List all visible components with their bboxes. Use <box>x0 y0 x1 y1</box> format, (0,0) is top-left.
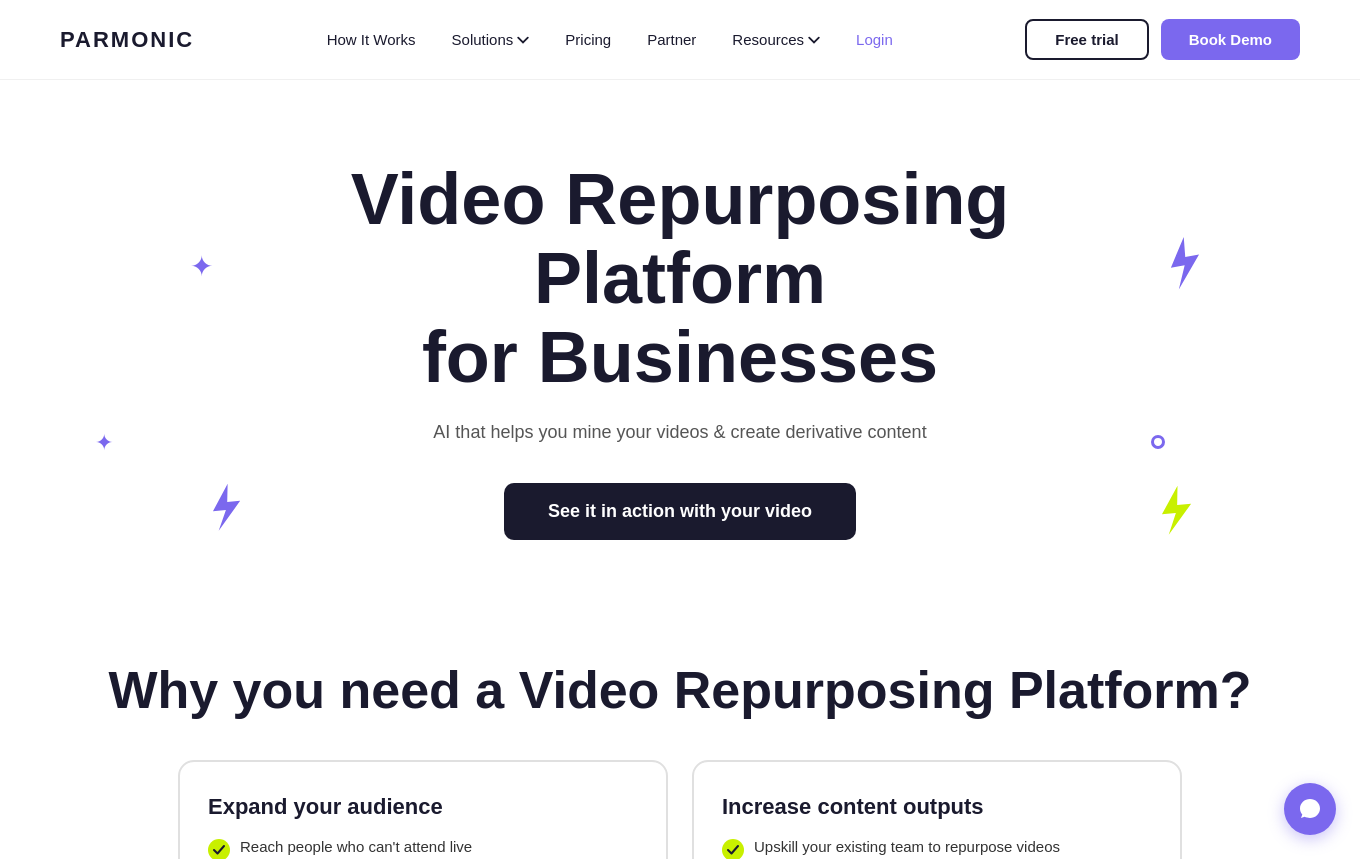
hero-title: Video Repurposing Platform for Businesse… <box>230 160 1130 398</box>
nav-item-partner[interactable]: Partner <box>647 31 696 49</box>
lightning-decoration-bottom-left <box>208 480 247 541</box>
chat-widget-button[interactable] <box>1284 783 1336 835</box>
free-trial-button[interactable]: Free trial <box>1025 19 1148 60</box>
nav-item-login[interactable]: Login <box>856 31 893 49</box>
chevron-down-icon <box>517 34 529 46</box>
nav-actions: Free trial Book Demo <box>1025 19 1300 60</box>
hero-section: ✦ ✦ Video Repurposing Platform for Busin… <box>0 80 1360 600</box>
lightning-decoration-top-right <box>1162 232 1211 302</box>
why-section: Why you need a Video Repurposing Platfor… <box>0 600 1360 859</box>
card-title-increase: Increase content outputs <box>722 794 1152 820</box>
nav-item-how-it-works[interactable]: How It Works <box>327 31 416 49</box>
book-demo-button[interactable]: Book Demo <box>1161 19 1300 60</box>
cards-container: Expand your audience Reach people who ca… <box>60 760 1300 859</box>
hero-cta-button[interactable]: See it in action with your video <box>504 483 856 540</box>
chevron-down-icon-resources <box>808 34 820 46</box>
card-expand-audience: Expand your audience Reach people who ca… <box>178 760 668 859</box>
star-decoration-top-left: ✦ <box>190 250 213 283</box>
card-item-expand-1: Reach people who can't attend live <box>208 838 638 859</box>
checkmark-icon-expand-1 <box>208 839 230 859</box>
hero-subtitle: AI that helps you mine your videos & cre… <box>60 422 1300 443</box>
checkmark-icon-increase-1 <box>722 839 744 859</box>
nav-item-solutions[interactable]: Solutions <box>452 31 530 48</box>
card-item-increase-1: Upskill your existing team to repurpose … <box>722 838 1152 859</box>
navbar: PARMONIC How It Works Solutions Pricing … <box>0 0 1360 80</box>
logo[interactable]: PARMONIC <box>60 27 194 53</box>
card-increase-content: Increase content outputs Upskill your ex… <box>692 760 1182 859</box>
lightning-decoration-bottom-right <box>1156 482 1197 546</box>
why-section-title: Why you need a Video Repurposing Platfor… <box>60 660 1300 720</box>
card-title-expand: Expand your audience <box>208 794 638 820</box>
nav-item-resources[interactable]: Resources <box>732 31 820 48</box>
chat-icon <box>1298 797 1322 821</box>
nav-item-pricing[interactable]: Pricing <box>565 31 611 49</box>
